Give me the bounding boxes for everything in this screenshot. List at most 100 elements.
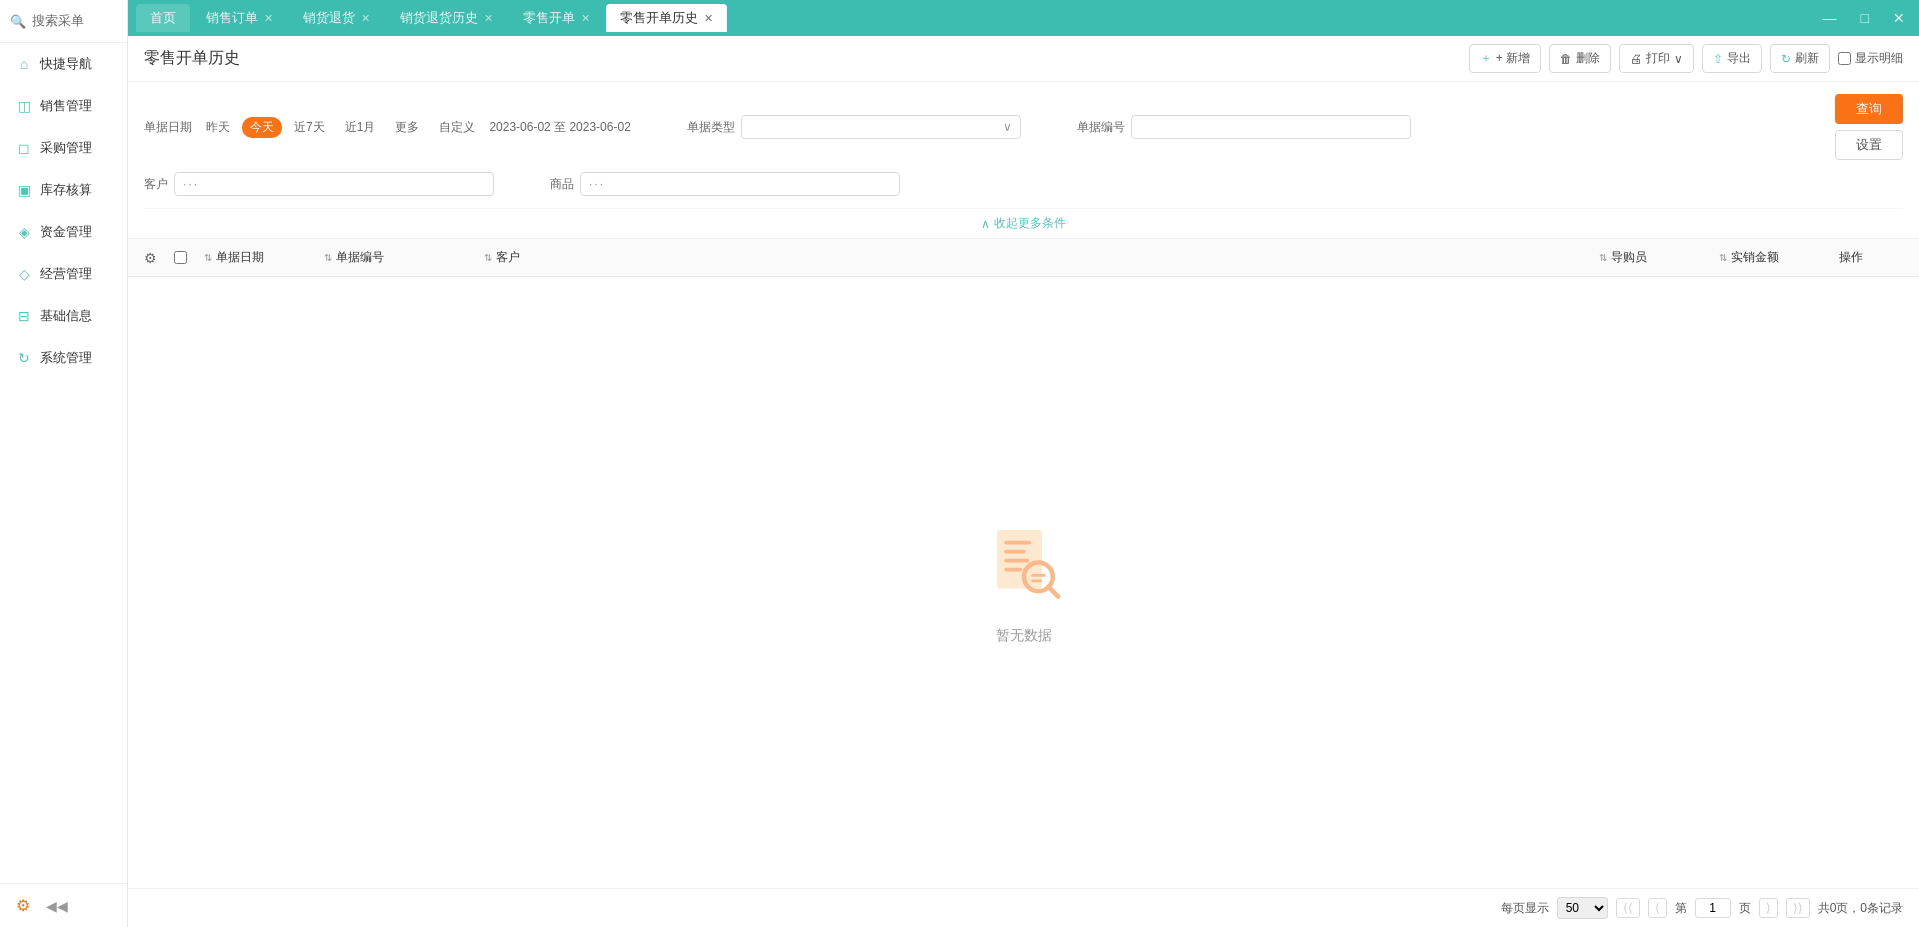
sidebar-item-label: 库存核算 [40,181,92,199]
order-no-input[interactable] [1131,115,1411,139]
basic-info-icon: ⊟ [16,308,32,324]
inventory-icon: ▣ [16,182,32,198]
th-order-no[interactable]: ⇅ 单据编号 [316,249,476,266]
th-customer-label: 客户 [496,249,520,266]
tab-sales-return[interactable]: 销货退货 ✕ [289,4,384,32]
per-page-select[interactable]: 50 100 200 [1557,897,1608,919]
date-pill-7days[interactable]: 近7天 [286,117,333,138]
add-icon: ＋ [1480,50,1492,67]
add-button[interactable]: ＋ + 新增 [1469,44,1541,73]
settings-button[interactable]: 设置 [1835,130,1903,160]
show-detail-label: 显示明细 [1855,50,1903,67]
refresh-button[interactable]: ↻ 刷新 [1770,44,1830,73]
sidebar-bottom: ⚙ ◀◀ [0,883,127,927]
first-page-button[interactable]: ⟨⟨ [1616,898,1640,918]
th-checkbox[interactable] [166,251,196,264]
th-customer-sort-icon: ⇅ [484,252,492,263]
th-guide-sort-icon: ⇅ [1599,252,1607,263]
page-number-input[interactable] [1695,898,1731,918]
export-button[interactable]: ⇧ 导出 [1702,44,1762,73]
sidebar-item-basic-info[interactable]: ⊟ 基础信息 [0,295,127,337]
last-page-button[interactable]: ⟩⟩ [1786,898,1810,918]
prev-page-button[interactable]: ⟨ [1648,898,1667,918]
table-header: ⚙ ⇅ 单据日期 ⇅ 单据编号 ⇅ 客户 ⇅ [128,239,1919,277]
sidebar-item-business-mgmt[interactable]: ◇ 经营管理 [0,253,127,295]
sidebar-item-sales-mgmt[interactable]: ◫ 销售管理 [0,85,127,127]
sidebar-search-label: 搜索采单 [32,12,84,30]
th-settings[interactable]: ⚙ [136,250,166,266]
collapse-sidebar-icon[interactable]: ◀◀ [46,898,68,914]
collapse-up-icon: ∧ [981,217,990,231]
close-button[interactable]: ✕ [1887,8,1911,28]
tab-sales-order-label: 销售订单 [206,9,258,27]
query-button[interactable]: 查询 [1835,94,1903,124]
tab-home-label: 首页 [150,9,176,27]
customer-placeholder: ··· [183,177,199,191]
next-page-button[interactable]: ⟩ [1759,898,1778,918]
customer-select[interactable]: ··· [174,172,494,196]
svg-rect-1 [1004,540,1031,544]
filter-row-1: 单据日期 昨天 今天 近7天 近1月 更多 自定义 2023-06-02 至 2… [144,94,1903,160]
tab-sales-order[interactable]: 销售订单 ✕ [192,4,287,32]
content-area: 零售开单历史 ＋ + 新增 🗑 🗑 删除 删除 🖨 打印 ∨ ⇧ 导出 ↻ [128,36,1919,927]
svg-line-6 [1048,586,1058,596]
date-filter: 单据日期 昨天 今天 近7天 近1月 更多 自定义 2023-06-02 至 2… [144,117,631,138]
purchase-mgmt-icon: ◻ [16,140,32,156]
collapse-filter-bar[interactable]: ∧ 收起更多条件 [144,208,1903,238]
tab-sales-return-close[interactable]: ✕ [361,12,370,25]
th-date[interactable]: ⇅ 单据日期 [196,249,316,266]
delete-button[interactable]: 🗑 🗑 删除 删除 [1549,44,1611,73]
date-pill-today[interactable]: 今天 [242,117,282,138]
maximize-button[interactable]: □ [1855,8,1875,28]
search-icon: 🔍 [10,14,26,29]
tab-retail-open-history-close[interactable]: ✕ [704,12,713,25]
goods-select[interactable]: ··· [580,172,900,196]
empty-text: 暂无数据 [996,627,1052,645]
sidebar-item-inventory[interactable]: ▣ 库存核算 [0,169,127,211]
th-action-label: 操作 [1839,249,1863,266]
th-customer[interactable]: ⇅ 客户 [476,249,1591,266]
order-type-select[interactable]: ∨ [741,115,1021,139]
sidebar-item-system-mgmt[interactable]: ↻ 系统管理 [0,337,127,379]
order-type-label: 单据类型 [687,119,735,136]
th-amount[interactable]: ⇅ 实销金额 [1711,249,1831,266]
th-guide[interactable]: ⇅ 导购员 [1591,249,1711,266]
table-gear-icon[interactable]: ⚙ [144,250,157,266]
date-pill-custom[interactable]: 自定义 [431,117,483,138]
tab-sales-return-label: 销货退货 [303,9,355,27]
sidebar-item-quick-nav[interactable]: ⌂ 快捷导航 [0,43,127,85]
customer-filter: 客户 ··· [144,172,494,196]
date-range-value: 2023-06-02 至 2023-06-02 [489,119,630,136]
tab-sales-return-history[interactable]: 销货退货历史 ✕ [386,4,507,32]
sidebar-item-purchase-mgmt[interactable]: ◻ 采购管理 [0,127,127,169]
tab-retail-open[interactable]: 零售开单 ✕ [509,4,604,32]
order-type-filter: 单据类型 ∨ [687,115,1021,139]
sidebar-item-finance[interactable]: ◈ 资金管理 [0,211,127,253]
show-detail-checkbox[interactable] [1838,52,1851,65]
delete-icon: 🗑 [1560,52,1572,66]
date-pill-more[interactable]: 更多 [387,117,427,138]
date-pills: 昨天 今天 近7天 近1月 更多 自定义 [198,117,483,138]
tab-retail-open-close[interactable]: ✕ [581,12,590,25]
print-dropdown-icon: ∨ [1674,52,1683,66]
settings-icon[interactable]: ⚙ [16,896,30,915]
filter-area: 单据日期 昨天 今天 近7天 近1月 更多 自定义 2023-06-02 至 2… [128,82,1919,239]
minimize-button[interactable]: — [1817,8,1843,28]
show-detail-checkbox-label[interactable]: 显示明细 [1838,50,1903,67]
sidebar-search[interactable]: 🔍 搜索采单 [0,0,127,43]
page-label-post: 页 [1739,900,1751,917]
date-pill-1month[interactable]: 近1月 [337,117,384,138]
tab-home[interactable]: 首页 [136,4,190,32]
th-date-sort-icon: ⇅ [204,252,212,263]
sidebar: 🔍 搜索采单 ⌂ 快捷导航 ◫ 销售管理 ◻ 采购管理 ▣ 库存核算 ◈ 资金管… [0,0,128,927]
print-button[interactable]: 🖨 打印 ∨ [1619,44,1694,73]
svg-rect-7 [1031,574,1045,577]
page-title: 零售开单历史 [144,48,1461,69]
date-pill-yesterday[interactable]: 昨天 [198,117,238,138]
tab-sales-return-history-close[interactable]: ✕ [484,12,493,25]
svg-rect-2 [1004,549,1026,553]
tab-sales-order-close[interactable]: ✕ [264,12,273,25]
select-all-checkbox[interactable] [174,251,187,264]
tab-retail-open-history[interactable]: 零售开单历史 ✕ [606,4,727,32]
goods-filter: 商品 ··· [550,172,900,196]
